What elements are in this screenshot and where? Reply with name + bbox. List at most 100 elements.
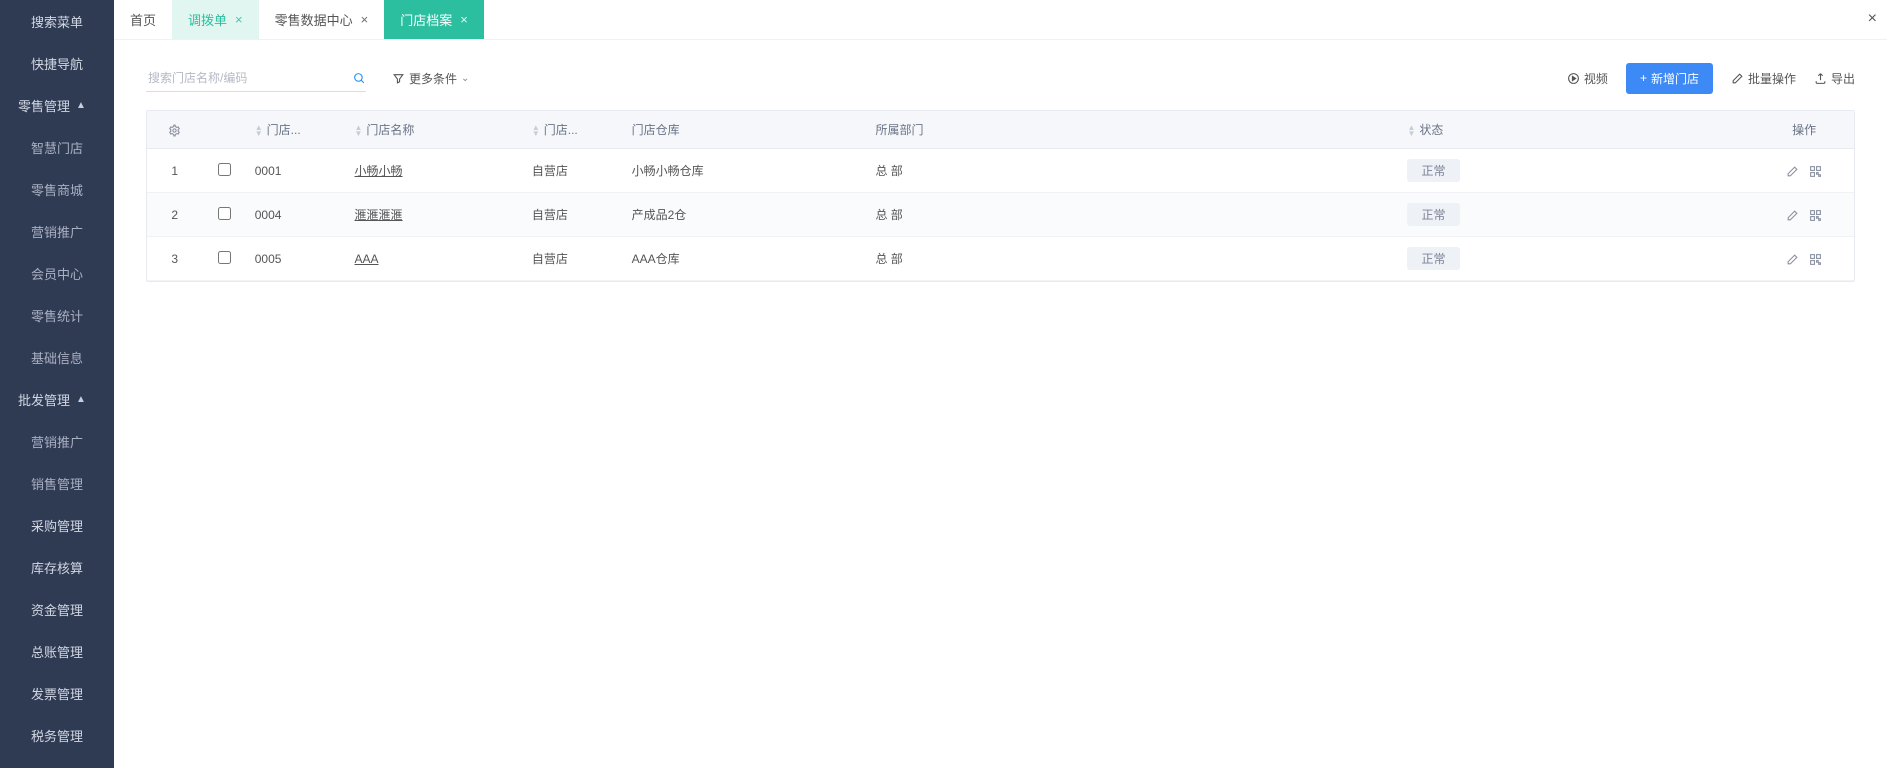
add-store-label: 新增门店: [1651, 70, 1699, 87]
sidebar-item-label: 总账管理: [31, 642, 83, 661]
col-header-warehouse: 门店仓库: [624, 111, 868, 149]
cell-type: 自营店: [524, 193, 624, 237]
cell-type: 自营店: [524, 149, 624, 193]
cell-code: 0001: [247, 149, 347, 193]
store-name-link[interactable]: 小畅小畅: [355, 164, 403, 178]
row-checkbox[interactable]: [218, 163, 231, 176]
more-conditions[interactable]: 更多条件 ⌄: [392, 70, 469, 87]
main-area: 首页 调拨单 × 零售数据中心 × 门店档案 × ×: [114, 0, 1887, 768]
tabs-bar: 首页 调拨单 × 零售数据中心 × 门店档案 × ×: [114, 0, 1887, 40]
sidebar-item-label: 零售商城: [31, 180, 83, 199]
close-icon[interactable]: ×: [460, 12, 468, 27]
col-header-status[interactable]: ▲▼状态: [1399, 111, 1754, 149]
cell-warehouse: 小畅小畅仓库: [624, 149, 868, 193]
sidebar-item-label: 采购管理: [31, 516, 83, 535]
close-icon[interactable]: ×: [361, 12, 369, 27]
sidebar-item-search-menu[interactable]: 搜索菜单: [0, 0, 114, 42]
sidebar-item-invoice[interactable]: 发票管理: [0, 672, 114, 714]
sidebar-item-smart-store[interactable]: 智慧门店: [0, 126, 114, 168]
qrcode-icon[interactable]: [1809, 207, 1822, 221]
export-label: 导出: [1831, 70, 1855, 87]
sidebar-item-label: 资金管理: [31, 600, 83, 619]
sidebar-item-label: 快捷导航: [31, 54, 83, 73]
edit-row-icon[interactable]: [1786, 251, 1799, 265]
sidebar-item-base-info[interactable]: 基础信息: [0, 336, 114, 378]
sidebar-item-tax[interactable]: 税务管理: [0, 714, 114, 756]
col-header-name[interactable]: ▲▼门店名称: [347, 111, 524, 149]
tab-retail-data-center[interactable]: 零售数据中心 ×: [259, 0, 385, 39]
sidebar-item-label: 发票管理: [31, 684, 83, 703]
sidebar: 搜索菜单 快捷导航 零售管理 ▲ 智慧门店 零售商城 营销推广 会员中心 零售统…: [0, 0, 114, 768]
search-input[interactable]: [146, 65, 353, 91]
sidebar-item-sales-mgmt[interactable]: 销售管理: [0, 462, 114, 504]
sidebar-item-retail-stats[interactable]: 零售统计: [0, 294, 114, 336]
sidebar-item-member-center[interactable]: 会员中心: [0, 252, 114, 294]
search-icon[interactable]: [353, 69, 366, 86]
table-row[interactable]: 20004滙滙滙滙自营店产成品2仓总 部正常: [147, 193, 1854, 237]
content: 更多条件 ⌄ 视频 + 新增门店: [114, 40, 1887, 282]
tab-store-profile[interactable]: 门店档案 ×: [384, 0, 484, 39]
col-header-ops: 操作: [1754, 111, 1854, 149]
gear-icon: [168, 122, 181, 136]
table-row[interactable]: 30005AAA自营店AAA仓库总 部正常: [147, 237, 1854, 281]
sidebar-item-label: 会员中心: [31, 264, 83, 283]
close-all-icon[interactable]: ×: [1868, 10, 1877, 28]
tab-label: 门店档案: [400, 10, 452, 29]
export-link[interactable]: 导出: [1814, 70, 1855, 87]
more-conditions-label: 更多条件: [409, 70, 457, 87]
store-name-link[interactable]: AAA: [355, 252, 379, 266]
cell-department: 总 部: [867, 237, 1399, 281]
play-icon: [1567, 71, 1580, 85]
qrcode-icon[interactable]: [1809, 251, 1822, 265]
checkbox-header: [202, 111, 246, 149]
edit-row-icon[interactable]: [1786, 207, 1799, 221]
toolbar: 更多条件 ⌄ 视频 + 新增门店: [146, 56, 1855, 100]
sidebar-item-quick-nav[interactable]: 快捷导航: [0, 42, 114, 84]
bulk-ops[interactable]: 批量操作: [1731, 70, 1796, 87]
tab-label: 零售数据中心: [275, 10, 353, 29]
status-badge: 正常: [1407, 247, 1459, 270]
sidebar-item-ws-marketing[interactable]: 营销推广: [0, 420, 114, 462]
close-icon[interactable]: ×: [235, 12, 243, 27]
tab-transfer[interactable]: 调拨单 ×: [172, 0, 259, 39]
edit-icon: [1731, 71, 1744, 85]
col-header-code[interactable]: ▲▼门店...: [247, 111, 347, 149]
edit-row-icon[interactable]: [1786, 163, 1799, 177]
sidebar-item-label: 搜索菜单: [31, 12, 83, 31]
sidebar-item-marketing[interactable]: 营销推广: [0, 210, 114, 252]
cell-department: 总 部: [867, 149, 1399, 193]
sidebar-item-label: 库存核算: [31, 558, 83, 577]
sidebar-item-label: 批发管理: [18, 390, 70, 409]
sidebar-item-ledger[interactable]: 总账管理: [0, 630, 114, 672]
table: ▲▼门店... ▲▼门店名称 ▲▼门店... 门店仓库 所属部门 ▲▼状态 操作…: [146, 110, 1855, 282]
sort-icon: ▲▼: [1407, 125, 1415, 137]
sidebar-item-inventory[interactable]: 库存核算: [0, 546, 114, 588]
sidebar-item-retail-mall[interactable]: 零售商城: [0, 168, 114, 210]
sidebar-item-purchase[interactable]: 采购管理: [0, 504, 114, 546]
table-row[interactable]: 1 0001 小畅小畅 自营店小畅小畅仓库总 部正常: [147, 149, 1854, 193]
store-name-link[interactable]: 滙滙滙滙: [355, 208, 403, 222]
row-index: 2: [147, 193, 202, 237]
video-link[interactable]: 视频: [1567, 70, 1608, 87]
col-header-type[interactable]: ▲▼门店...: [524, 111, 624, 149]
search-wrap: [146, 65, 366, 92]
add-store-button[interactable]: + 新增门店: [1626, 63, 1713, 94]
row-checkbox[interactable]: [218, 251, 231, 264]
row-index: 1: [147, 149, 202, 193]
qrcode-icon[interactable]: [1809, 163, 1822, 177]
export-icon: [1814, 71, 1827, 85]
tab-home[interactable]: 首页: [114, 0, 172, 39]
cell-warehouse: AAA仓库: [624, 237, 868, 281]
video-label: 视频: [1584, 70, 1608, 87]
sidebar-item-finance[interactable]: 资金管理: [0, 588, 114, 630]
row-index: 3: [147, 237, 202, 281]
sidebar-item-label: 智慧门店: [31, 138, 83, 157]
row-checkbox[interactable]: [218, 207, 231, 220]
cell-code: 0004: [247, 193, 347, 237]
sidebar-group-retail[interactable]: 零售管理 ▲: [0, 84, 114, 126]
sort-icon: ▲▼: [355, 125, 363, 137]
status-badge: 正常: [1407, 159, 1459, 182]
settings-header[interactable]: [147, 111, 202, 149]
sidebar-group-wholesale[interactable]: 批发管理 ▲: [0, 378, 114, 420]
cell-code: 0005: [247, 237, 347, 281]
